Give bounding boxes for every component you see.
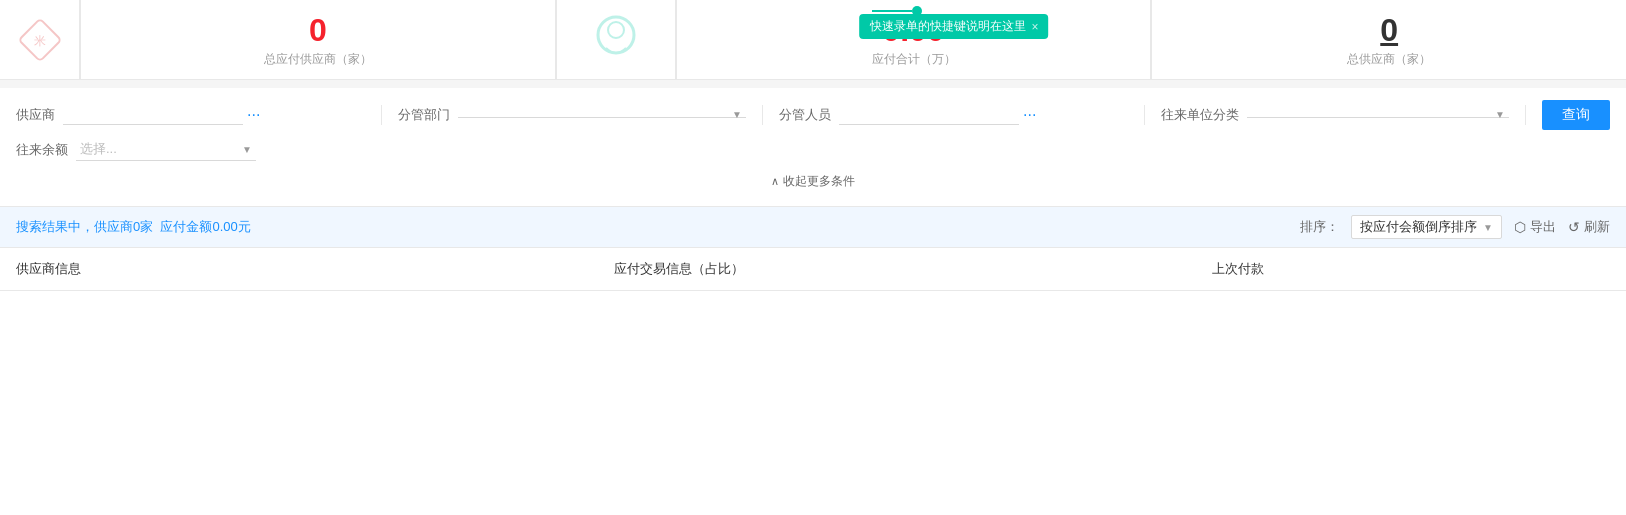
table-col-transaction-info: 应付交易信息（占比） (614, 260, 1212, 278)
stat-suppliers-payable-label: 总应付供应商（家） (264, 51, 372, 68)
collapse-row: ∧ 收起更多条件 (16, 169, 1610, 198)
filter-unit-class-label: 往来单位分类 (1161, 106, 1239, 124)
filter-balance-dropdown[interactable]: 选择... ▼ (76, 138, 256, 161)
filter-row-2: 往来余额 选择... ▼ (16, 138, 1610, 161)
filter-section: 供应商 ··· 分管部门 ▼ 分管人员 ··· 往来单位分类 ▼ (0, 88, 1626, 207)
filter-divider-1 (381, 105, 382, 125)
filter-person-input[interactable] (839, 105, 1019, 125)
stat-total-suppliers: 快速录单的快捷键说明在这里 × 0 总供应商（家） (1151, 0, 1626, 79)
diamond-logo: 米 (15, 15, 65, 65)
filter-person: 分管人员 ··· (779, 105, 1128, 125)
filter-supplier-input[interactable] (63, 105, 243, 125)
filter-balance: 往来余额 选择... ▼ (16, 138, 1610, 161)
collapse-up-icon: ∧ (771, 175, 779, 188)
filter-department: 分管部门 ▼ (398, 106, 747, 124)
sort-chevron: ▼ (1483, 222, 1493, 233)
table-col-last-payment: 上次付款 (1212, 260, 1611, 278)
collapse-button[interactable]: ∧ 收起更多条件 (771, 173, 855, 190)
sort-value: 按应付会额倒序排序 (1360, 218, 1477, 236)
filter-department-dropdown[interactable]: ▼ (458, 113, 747, 118)
filter-divider-4 (1525, 105, 1526, 125)
export-icon: ⬡ (1514, 219, 1526, 235)
collapse-label: 收起更多条件 (783, 173, 855, 190)
tooltip-bubble: 快速录单的快捷键说明在这里 × (860, 14, 1049, 39)
sort-select[interactable]: 按应付会额倒序排序 ▼ (1351, 215, 1502, 239)
export-button[interactable]: ⬡ 导出 (1514, 218, 1556, 236)
stat-total-suppliers-value: 0 (1380, 11, 1398, 49)
logo-area: 米 (0, 0, 80, 79)
filter-balance-label: 往来余额 (16, 141, 68, 159)
stat-suppliers-payable: 0 总应付供应商（家） (80, 0, 556, 79)
refresh-icon: ↺ (1568, 219, 1580, 235)
search-info: 搜索结果中，供应商0家 应付金额0.00元 (16, 218, 251, 236)
filter-unit-class: 往来单位分类 ▼ (1161, 106, 1510, 124)
svg-text:米: 米 (34, 34, 46, 48)
search-actions: 排序： 按应付会额倒序排序 ▼ ⬡ 导出 ↺ 刷新 (1300, 215, 1610, 239)
refresh-button[interactable]: ↺ 刷新 (1568, 218, 1610, 236)
filter-row-1: 供应商 ··· 分管部门 ▼ 分管人员 ··· 往来单位分类 ▼ (16, 100, 1610, 130)
filter-person-label: 分管人员 (779, 106, 831, 124)
tooltip-line (872, 10, 912, 12)
query-button[interactable]: 查询 (1542, 100, 1610, 130)
svg-point-3 (608, 22, 624, 38)
filter-supplier-label: 供应商 (16, 106, 55, 124)
tooltip-container: 快速录单的快捷键说明在这里 × (872, 6, 922, 16)
filter-department-label: 分管部门 (398, 106, 450, 124)
search-balance-value: 0.00 (212, 219, 237, 234)
filter-divider-3 (1144, 105, 1145, 125)
filter-department-chevron: ▼ (732, 109, 742, 120)
stat-total-suppliers-label: 总供应商（家） (1347, 51, 1431, 68)
filter-balance-chevron: ▼ (242, 144, 252, 155)
search-balance-prefix: 应付金额 (160, 219, 212, 234)
filter-supplier-dots[interactable]: ··· (247, 106, 260, 124)
filter-balance-placeholder: 选择... (80, 140, 117, 158)
filter-unit-class-chevron: ▼ (1495, 109, 1505, 120)
mint-icon (586, 10, 646, 70)
filter-supplier: 供应商 ··· (16, 105, 365, 125)
search-supplier-unit: 家 (140, 219, 153, 234)
search-results-bar: 搜索结果中，供应商0家 应付金额0.00元 排序： 按应付会额倒序排序 ▼ ⬡ … (0, 207, 1626, 248)
filter-person-dots[interactable]: ··· (1023, 106, 1036, 124)
search-balance-unit: 元 (238, 219, 251, 234)
mint-icon-area (556, 0, 676, 79)
export-label: 导出 (1530, 218, 1556, 236)
table-col-supplier-info: 供应商信息 (16, 260, 614, 278)
stat-suppliers-payable-value: 0 (309, 11, 327, 49)
filter-unit-class-dropdown[interactable]: ▼ (1247, 113, 1510, 118)
table-body (0, 291, 1626, 515)
tooltip-close-button[interactable]: × (1032, 20, 1039, 34)
refresh-label: 刷新 (1584, 218, 1610, 236)
tooltip-text: 快速录单的快捷键说明在这里 (870, 18, 1026, 35)
sort-label: 排序： (1300, 218, 1339, 236)
search-prefix: 搜索结果中，供应商 (16, 219, 133, 234)
stats-bar: 米 0 总应付供应商（家） 0.00 应付合计（万） 快速录单的快捷键说明在这里… (0, 0, 1626, 80)
filter-divider-2 (762, 105, 763, 125)
table-header: 供应商信息 应付交易信息（占比） 上次付款 (0, 248, 1626, 291)
stat-payable-total-label: 应付合计（万） (872, 51, 956, 68)
